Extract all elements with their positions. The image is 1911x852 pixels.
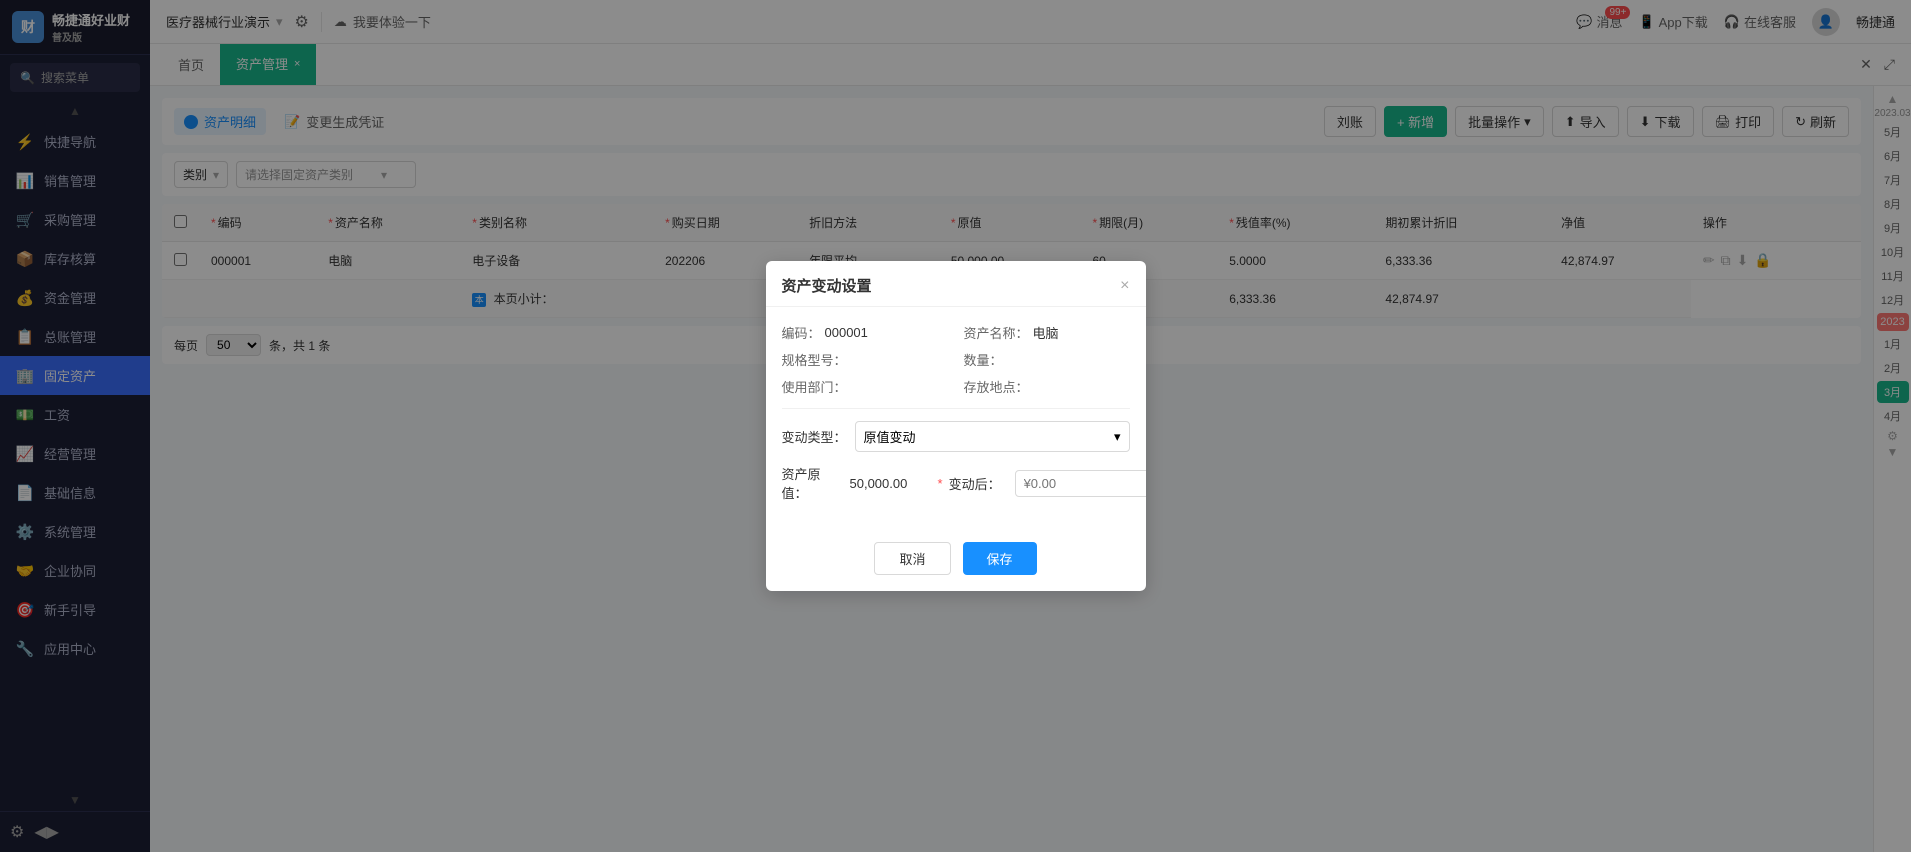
change-type-row: 变动类型： 原值变动 ▾	[782, 421, 1130, 452]
modal-quantity-item: 数量：	[964, 350, 1130, 369]
modal-close-button[interactable]: ×	[1120, 277, 1129, 295]
modal-location-item: 存放地点：	[964, 377, 1130, 396]
asset-name-value: 电脑	[1033, 323, 1059, 342]
modal-code-item: 编码： 000001	[782, 323, 948, 342]
quantity-label: 数量：	[964, 350, 1003, 369]
code-label: 编码：	[782, 323, 821, 342]
department-label: 使用部门：	[782, 377, 847, 396]
modal-divider	[782, 408, 1130, 409]
location-label: 存放地点：	[964, 377, 1029, 396]
save-button[interactable]: 保存	[963, 542, 1037, 575]
original-value-row: 资产原值： 50,000.00 * 变动后：	[782, 464, 1130, 502]
original-value-label: 资产原值：	[782, 464, 842, 502]
change-type-select[interactable]: 原值变动 ▾	[855, 421, 1130, 452]
modal-name-item: 资产名称： 电脑	[964, 323, 1130, 342]
asset-change-modal: 资产变动设置 × 编码： 000001 资产名称： 电脑 规格型号： 数量：	[766, 261, 1146, 591]
change-type-value: 原值变动	[864, 427, 916, 446]
change-type-arrow-icon: ▾	[1114, 429, 1121, 445]
modal-spec-item: 规格型号：	[782, 350, 948, 369]
after-label: 变动后：	[949, 474, 1009, 493]
spec-label: 规格型号：	[782, 350, 847, 369]
cancel-button[interactable]: 取消	[874, 542, 950, 575]
code-value: 000001	[825, 325, 868, 340]
asset-name-label: 资产名称：	[964, 323, 1029, 342]
modal-header: 资产变动设置 ×	[766, 261, 1146, 307]
after-value-input[interactable]	[1015, 470, 1146, 497]
modal-overlay: 资产变动设置 × 编码： 000001 资产名称： 电脑 规格型号： 数量：	[0, 0, 1911, 852]
modal-department-item: 使用部门：	[782, 377, 948, 396]
modal-body: 编码： 000001 资产名称： 电脑 规格型号： 数量： 使用部门：	[766, 307, 1146, 530]
modal-info-grid: 编码： 000001 资产名称： 电脑 规格型号： 数量： 使用部门：	[782, 323, 1130, 396]
after-required-star: *	[938, 476, 943, 491]
modal-title: 资产变动设置	[782, 275, 872, 296]
change-type-label: 变动类型：	[782, 427, 847, 446]
after-value-wrap: * 变动后：	[938, 470, 1146, 497]
original-value-display: 50,000.00	[850, 476, 930, 491]
modal-footer: 取消 保存	[766, 530, 1146, 591]
